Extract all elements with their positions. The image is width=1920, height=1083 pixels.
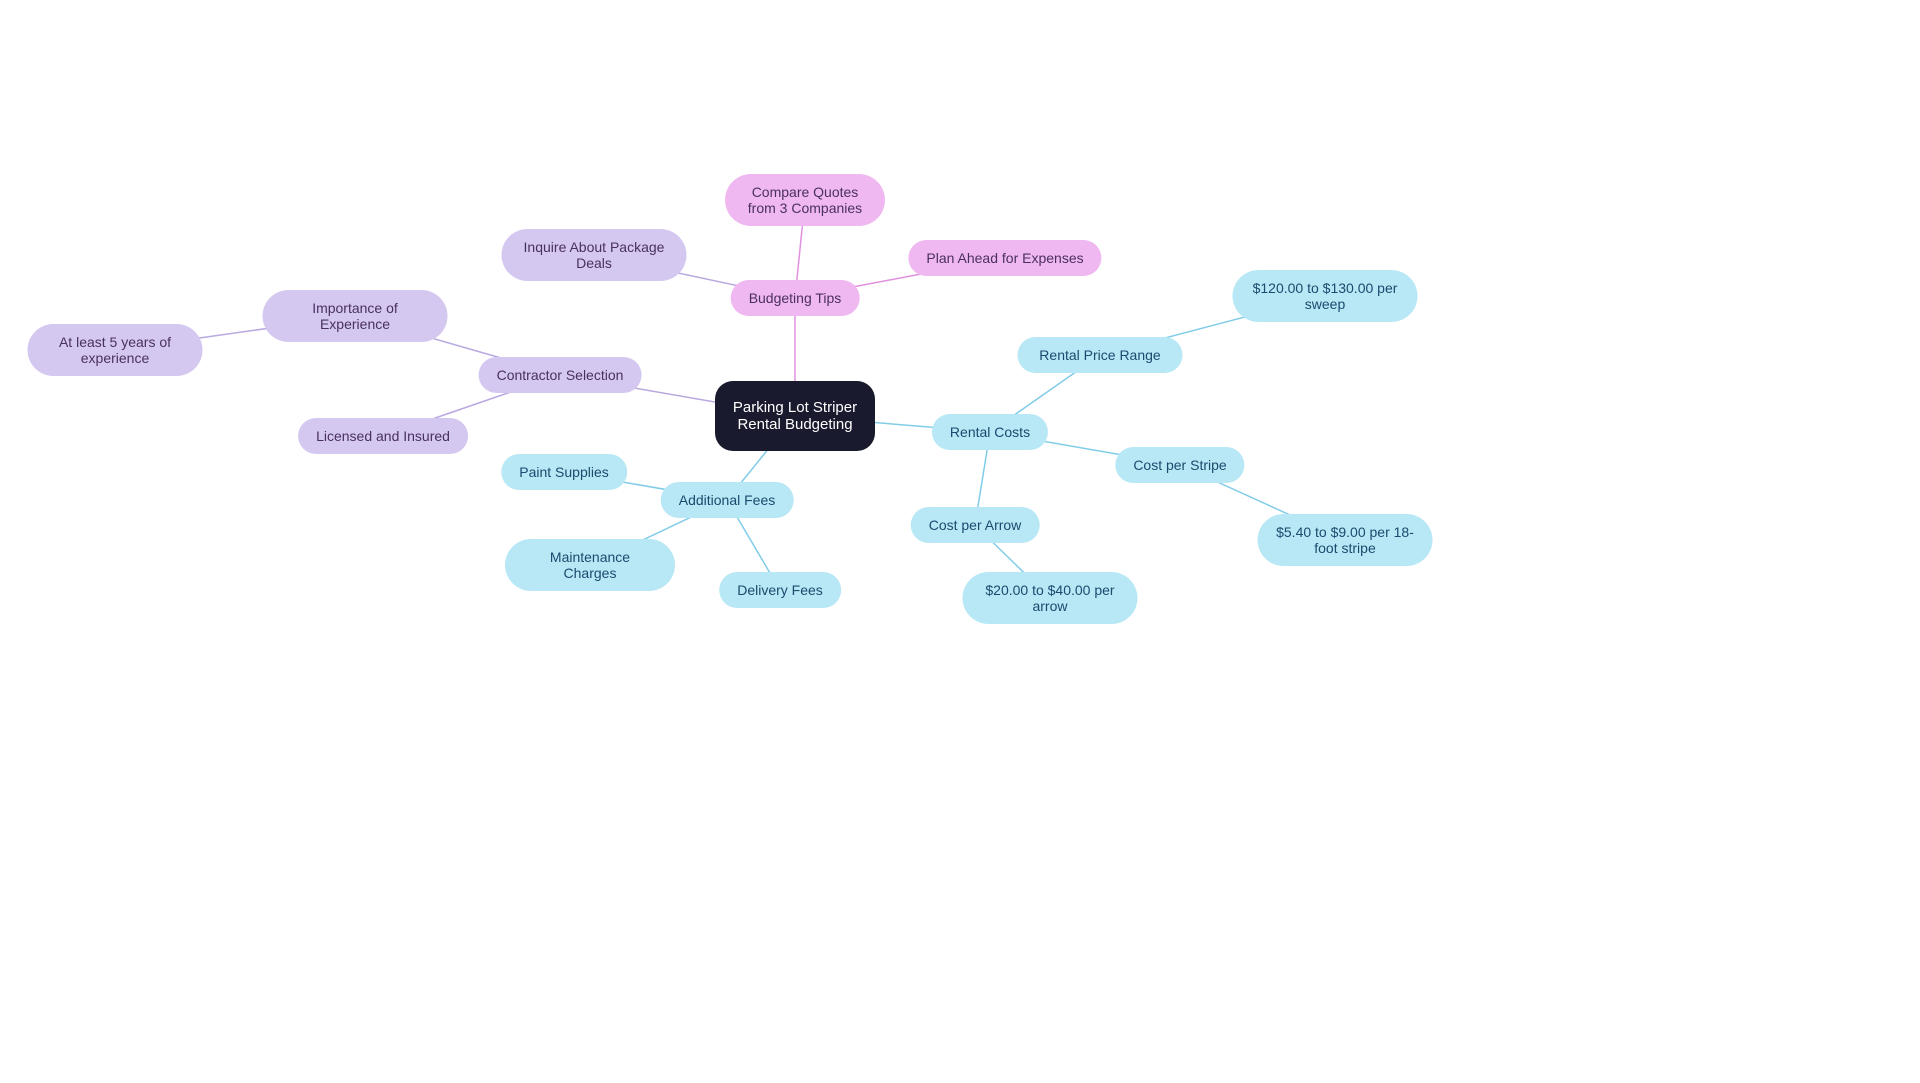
node-maintenance-charges: Maintenance Charges bbox=[505, 539, 675, 591]
node-compare-quotes: Compare Quotes from 3 Companies bbox=[725, 174, 885, 226]
node-atleast-5-years: At least 5 years of experience bbox=[28, 324, 203, 376]
node-inquire-package: Inquire About Package Deals bbox=[502, 229, 687, 281]
node-cost-per-arrow: Cost per Arrow bbox=[911, 507, 1040, 543]
mindmap-container: Parking Lot Striper Rental Budgeting Budg… bbox=[0, 0, 1920, 1083]
node-budgeting-tips: Budgeting Tips bbox=[731, 280, 860, 316]
node-price-per-arrow: $20.00 to $40.00 per arrow bbox=[963, 572, 1138, 624]
node-importance-experience: Importance of Experience bbox=[263, 290, 448, 342]
node-rental-costs: Rental Costs bbox=[932, 414, 1048, 450]
node-contractor-selection: Contractor Selection bbox=[479, 357, 642, 393]
node-plan-ahead: Plan Ahead for Expenses bbox=[908, 240, 1101, 276]
node-rental-price-range: Rental Price Range bbox=[1018, 337, 1183, 373]
node-price-per-stripe: $5.40 to $9.00 per 18-foot stripe bbox=[1258, 514, 1433, 566]
center-node: Parking Lot Striper Rental Budgeting bbox=[715, 381, 875, 451]
node-delivery-fees: Delivery Fees bbox=[719, 572, 841, 608]
node-cost-per-stripe: Cost per Stripe bbox=[1115, 447, 1244, 483]
node-paint-supplies: Paint Supplies bbox=[501, 454, 627, 490]
node-price-per-sweep: $120.00 to $130.00 per sweep bbox=[1233, 270, 1418, 322]
node-additional-fees: Additional Fees bbox=[661, 482, 794, 518]
node-licensed-insured: Licensed and Insured bbox=[298, 418, 468, 454]
